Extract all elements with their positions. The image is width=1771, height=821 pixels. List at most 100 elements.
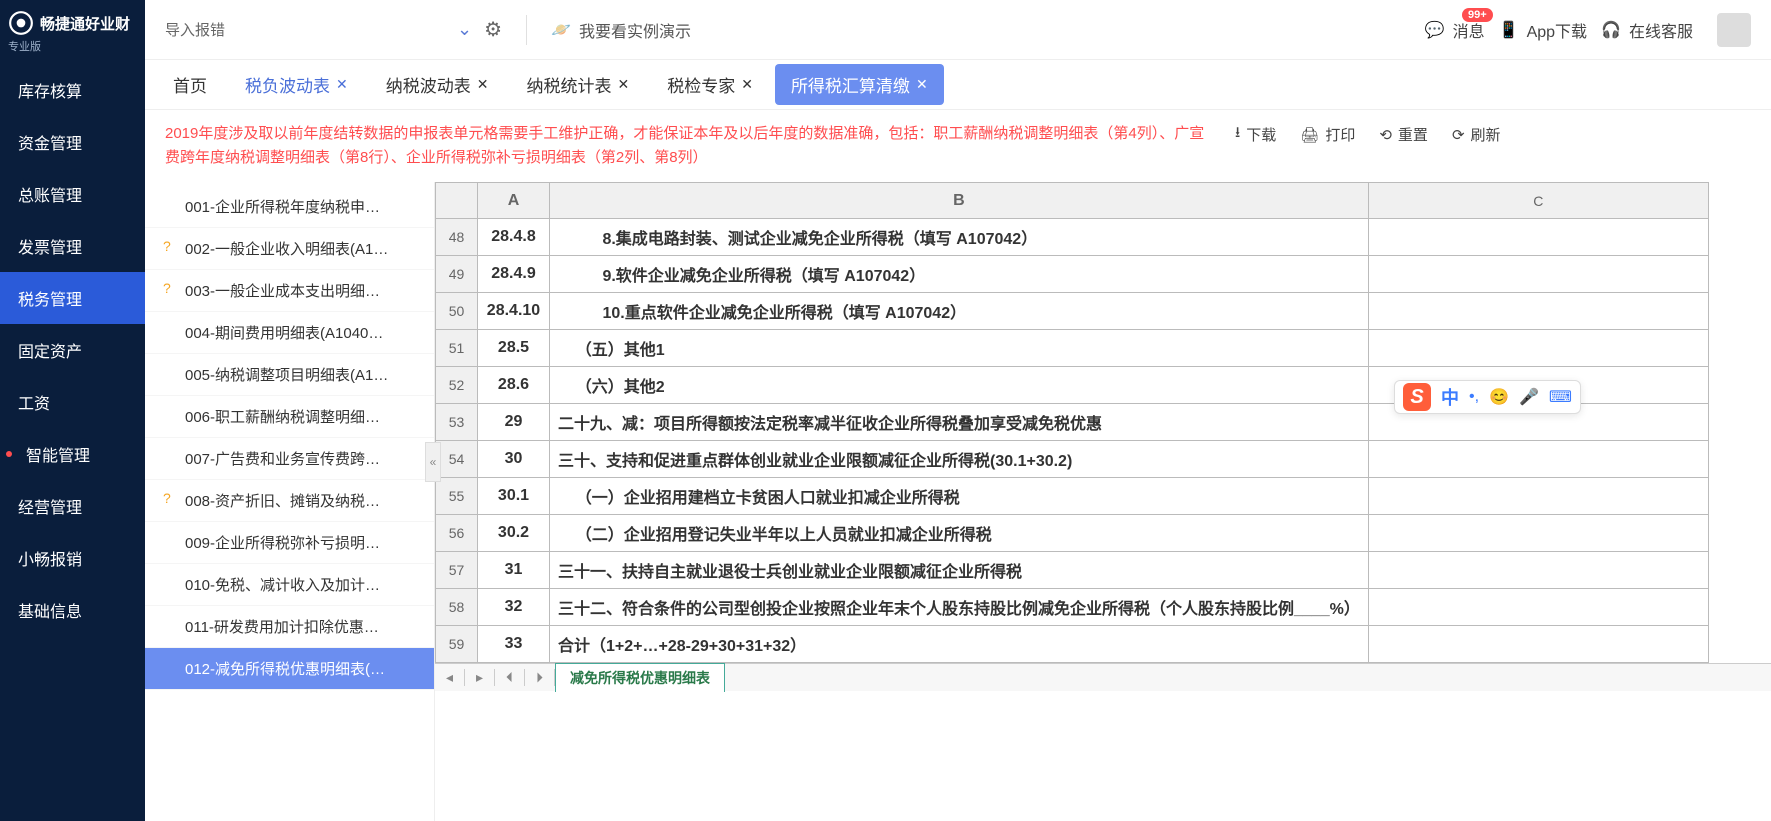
messages-button[interactable]: 💬 消息 99+ xyxy=(1425,18,1485,42)
online-service-button[interactable]: 🎧 在线客服 xyxy=(1601,18,1693,42)
tree-item-7[interactable]: ?008-资产折旧、摊销及纳税… xyxy=(145,480,434,522)
row-number[interactable]: 58 xyxy=(436,589,478,626)
cell[interactable] xyxy=(1368,478,1708,515)
print-button[interactable]: 🖨打印 xyxy=(1300,124,1355,145)
tree-item-0[interactable]: 001-企业所得税年度纳税申… xyxy=(145,186,434,228)
row-number[interactable]: 48 xyxy=(436,219,478,256)
gear-icon[interactable]: ⚙ xyxy=(484,17,502,42)
row-number[interactable]: 56 xyxy=(436,515,478,552)
cell[interactable]: 30.2 xyxy=(478,515,550,552)
corner-cell[interactable] xyxy=(436,183,478,219)
close-icon[interactable]: ✕ xyxy=(336,76,348,93)
ime-punct-icon[interactable]: •, xyxy=(1469,388,1479,406)
cell[interactable]: （五）其他1 xyxy=(550,330,1369,367)
app-download-button[interactable]: 📱 App下载 xyxy=(1499,18,1587,42)
ime-mic-icon[interactable]: 🎤 xyxy=(1519,387,1539,407)
col-header-C[interactable]: C xyxy=(1368,183,1708,219)
cell[interactable]: 三十二、符合条件的公司型创投企业按照企业年末个人股东持股比例减免企业所得税（个人… xyxy=(550,589,1369,626)
sheet-tab[interactable]: 减免所得税优惠明细表 xyxy=(555,663,725,692)
cell[interactable]: 30 xyxy=(478,441,550,478)
cell[interactable]: 三十一、扶持自主就业退役士兵创业就业企业限额减征企业所得税 xyxy=(550,552,1369,589)
tree-item-6[interactable]: 007-广告费和业务宣传费跨… xyxy=(145,438,434,480)
tab-0[interactable]: 首页 xyxy=(157,64,223,105)
col-header-A[interactable]: A xyxy=(478,183,550,219)
cell[interactable]: 33 xyxy=(478,626,550,663)
cell[interactable]: 31 xyxy=(478,552,550,589)
sheet-nav[interactable]: ◂▸⏴⏵ xyxy=(435,669,555,686)
cell[interactable]: 二十九、减：项目所得额按法定税率减半征收企业所得税叠加享受减免税优惠 xyxy=(550,404,1369,441)
cell[interactable] xyxy=(1368,552,1708,589)
tab-4[interactable]: 税检专家✕ xyxy=(651,64,769,105)
nav-item-6[interactable]: 工资 xyxy=(0,376,145,428)
search-input[interactable] xyxy=(165,13,445,47)
nav-item-0[interactable]: 库存核算 xyxy=(0,64,145,116)
row-number[interactable]: 55 xyxy=(436,478,478,515)
collapse-handle[interactable]: « xyxy=(425,442,441,482)
close-icon[interactable]: ✕ xyxy=(477,76,489,93)
tree-item-4[interactable]: 005-纳税调整项目明细表(A1… xyxy=(145,354,434,396)
nav-item-1[interactable]: 资金管理 xyxy=(0,116,145,168)
tab-1[interactable]: 税负波动表✕ xyxy=(229,64,364,105)
row-number[interactable]: 53 xyxy=(436,404,478,441)
close-icon[interactable]: ✕ xyxy=(916,76,928,93)
row-number[interactable]: 52 xyxy=(436,367,478,404)
tree-item-10[interactable]: 011-研发费用加计扣除优惠… xyxy=(145,606,434,648)
cell[interactable]: （一）企业招用建档立卡贫困人口就业扣减企业所得税 xyxy=(550,478,1369,515)
tree-item-3[interactable]: 004-期间费用明细表(A1040… xyxy=(145,312,434,354)
row-number[interactable]: 54 xyxy=(436,441,478,478)
cell[interactable]: 28.6 xyxy=(478,367,550,404)
tab-5[interactable]: 所得税汇算清缴✕ xyxy=(775,64,944,105)
row-number[interactable]: 50 xyxy=(436,293,478,330)
close-icon[interactable]: ✕ xyxy=(741,76,753,93)
ime-toolbar[interactable]: S 中 •, 😊 🎤 ⌨ xyxy=(1394,380,1581,414)
nav-item-2[interactable]: 总账管理 xyxy=(0,168,145,220)
cell[interactable]: 9.软件企业减免企业所得税（填写 A107042） xyxy=(550,256,1369,293)
cell[interactable] xyxy=(1368,626,1708,663)
cell[interactable] xyxy=(1368,330,1708,367)
row-number[interactable]: 59 xyxy=(436,626,478,663)
tree-item-2[interactable]: ?003-一般企业成本支出明细… xyxy=(145,270,434,312)
cell[interactable]: 合计（1+2+…+28-29+30+31+32） xyxy=(550,626,1369,663)
nav-item-4[interactable]: 税务管理 xyxy=(0,272,145,324)
ime-emoji-icon[interactable]: 😊 xyxy=(1489,387,1509,407)
nav-item-10[interactable]: 基础信息 xyxy=(0,584,145,636)
ime-keyboard-icon[interactable]: ⌨ xyxy=(1549,387,1572,407)
cell[interactable]: 32 xyxy=(478,589,550,626)
cell[interactable]: （六）其他2 xyxy=(550,367,1369,404)
cell[interactable] xyxy=(1368,589,1708,626)
cell[interactable]: 29 xyxy=(478,404,550,441)
reset-button[interactable]: ⟲重置 xyxy=(1379,124,1428,145)
cell[interactable] xyxy=(1368,219,1708,256)
tree-item-8[interactable]: 009-企业所得税弥补亏损明… xyxy=(145,522,434,564)
tab-3[interactable]: 纳税统计表✕ xyxy=(510,64,645,105)
cell[interactable]: （二）企业招用登记失业半年以上人员就业扣减企业所得税 xyxy=(550,515,1369,552)
row-number[interactable]: 51 xyxy=(436,330,478,367)
cell[interactable]: 30.1 xyxy=(478,478,550,515)
cell[interactable] xyxy=(1368,441,1708,478)
cell[interactable]: 28.4.10 xyxy=(478,293,550,330)
row-number[interactable]: 49 xyxy=(436,256,478,293)
chevron-down-icon[interactable]: ⌄ xyxy=(457,19,472,40)
cell[interactable]: 28.4.9 xyxy=(478,256,550,293)
close-icon[interactable]: ✕ xyxy=(617,76,629,93)
row-number[interactable]: 57 xyxy=(436,552,478,589)
cell[interactable]: 8.集成电路封装、测试企业减免企业所得税（填写 A107042） xyxy=(550,219,1369,256)
tab-2[interactable]: 纳税波动表✕ xyxy=(370,64,505,105)
cell[interactable] xyxy=(1368,515,1708,552)
tree-item-11[interactable]: 012-减免所得税优惠明细表(… xyxy=(145,648,434,690)
cell[interactable]: 28.4.8 xyxy=(478,219,550,256)
nav-item-3[interactable]: 发票管理 xyxy=(0,220,145,272)
avatar[interactable] xyxy=(1717,13,1751,47)
col-header-B[interactable]: B xyxy=(550,183,1369,219)
nav-item-7[interactable]: 智能管理 xyxy=(0,428,145,480)
cell[interactable]: 三十、支持和促进重点群体创业就业企业限额减征企业所得税(30.1+30.2) xyxy=(550,441,1369,478)
tree-item-1[interactable]: ?002-一般企业收入明细表(A1… xyxy=(145,228,434,270)
demo-link[interactable]: 🪐 我要看实例演示 xyxy=(551,18,691,42)
nav-item-5[interactable]: 固定资产 xyxy=(0,324,145,376)
refresh-button[interactable]: ⟳刷新 xyxy=(1452,124,1501,145)
download-button[interactable]: ⭳下载 xyxy=(1235,122,1276,147)
nav-item-8[interactable]: 经营管理 xyxy=(0,480,145,532)
cell[interactable] xyxy=(1368,256,1708,293)
tree-item-9[interactable]: 010-免税、减计收入及加计… xyxy=(145,564,434,606)
cell[interactable] xyxy=(1368,293,1708,330)
